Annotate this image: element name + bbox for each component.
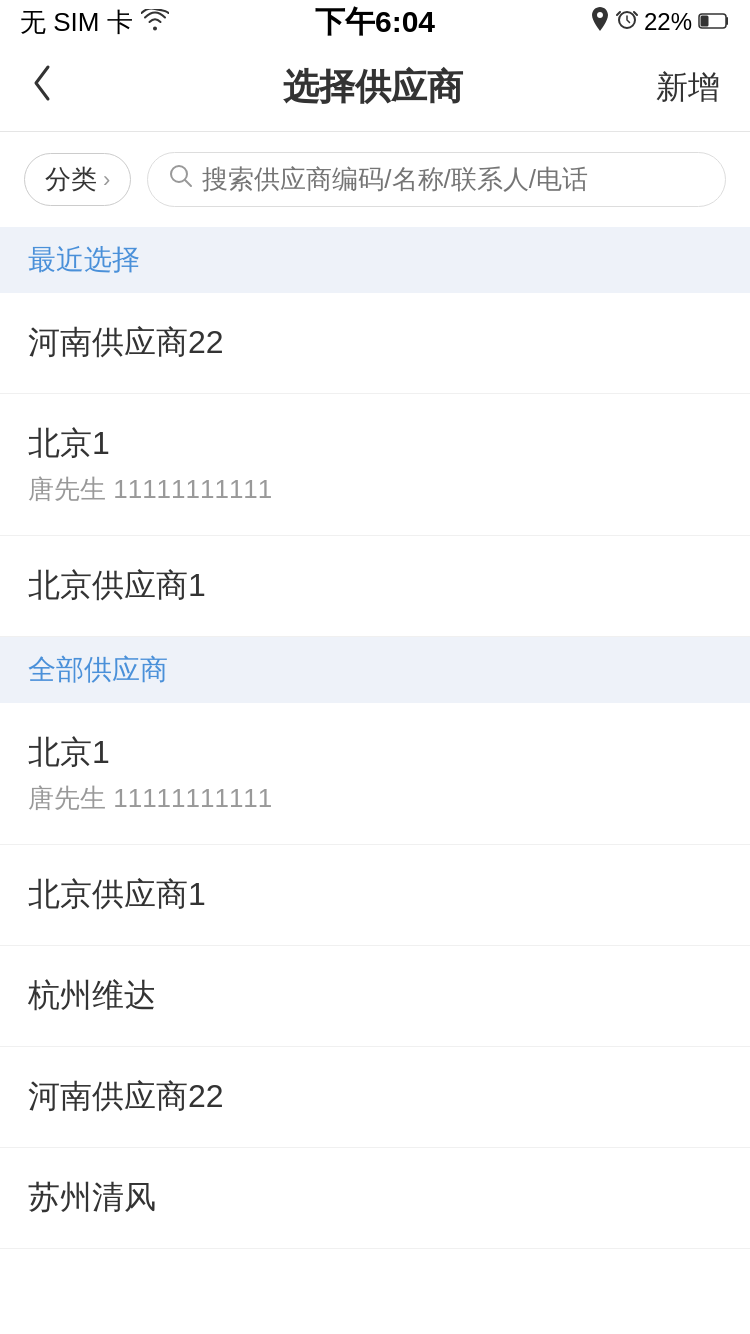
item-name: 北京供应商1 [28,873,722,917]
list-item[interactable]: 河南供应商22 [0,293,750,394]
list-item[interactable]: 苏州清风 [0,1148,750,1249]
status-bar: 无 SIM 卡 下午6:04 22% [0,0,750,44]
list-item[interactable]: 北京供应商1 [0,845,750,946]
search-input[interactable] [202,164,705,195]
item-name: 北京1 [28,731,722,775]
item-name: 杭州维达 [28,974,722,1018]
recent-list: 河南供应商22 北京1 唐先生 11111111111 北京供应商1 [0,293,750,637]
item-name: 北京供应商1 [28,564,722,608]
search-icon [168,163,194,196]
status-right: 22% [590,7,730,37]
list-item[interactable]: 河南供应商22 [0,1047,750,1148]
svg-rect-2 [701,16,709,27]
add-button[interactable]: 新增 [656,66,720,110]
status-time: 下午6:04 [315,2,435,43]
nav-bar: 选择供应商 新增 [0,44,750,132]
filter-row: 分类 › [0,132,750,227]
recent-section-label: 最近选择 [28,244,140,275]
back-button[interactable] [30,63,90,112]
all-section-header: 全部供应商 [0,637,750,703]
location-icon [590,7,610,37]
list-item[interactable]: 杭州维达 [0,946,750,1047]
item-name: 北京1 [28,422,722,466]
wifi-icon [141,7,169,38]
all-section-label: 全部供应商 [28,654,168,685]
item-name: 河南供应商22 [28,1075,722,1119]
all-list: 北京1 唐先生 11111111111 北京供应商1 杭州维达河南供应商22 苏州清风 [0,703,750,1249]
alarm-icon [616,8,638,36]
battery-label: 22% [644,8,692,36]
page-title: 选择供应商 [283,63,463,112]
battery-icon [698,8,730,36]
list-item[interactable]: 北京供应商1 [0,536,750,637]
list-item[interactable]: 北京1 唐先生 11111111111 [0,703,750,845]
item-sub: 唐先生 11111111111 [28,781,722,816]
category-filter-button[interactable]: 分类 › [24,153,131,206]
list-item[interactable]: 北京1 唐先生 11111111111 [0,394,750,536]
recent-section-header: 最近选择 [0,227,750,293]
item-name: 苏州清风 [28,1176,722,1220]
item-sub: 唐先生 11111111111 [28,472,722,507]
carrier-label: 无 SIM 卡 [20,5,133,40]
search-box[interactable] [147,152,726,207]
item-name: 河南供应商22 [28,321,722,365]
category-label: 分类 [45,162,97,197]
chevron-right-icon: › [103,167,110,193]
status-left: 无 SIM 卡 [20,5,169,40]
